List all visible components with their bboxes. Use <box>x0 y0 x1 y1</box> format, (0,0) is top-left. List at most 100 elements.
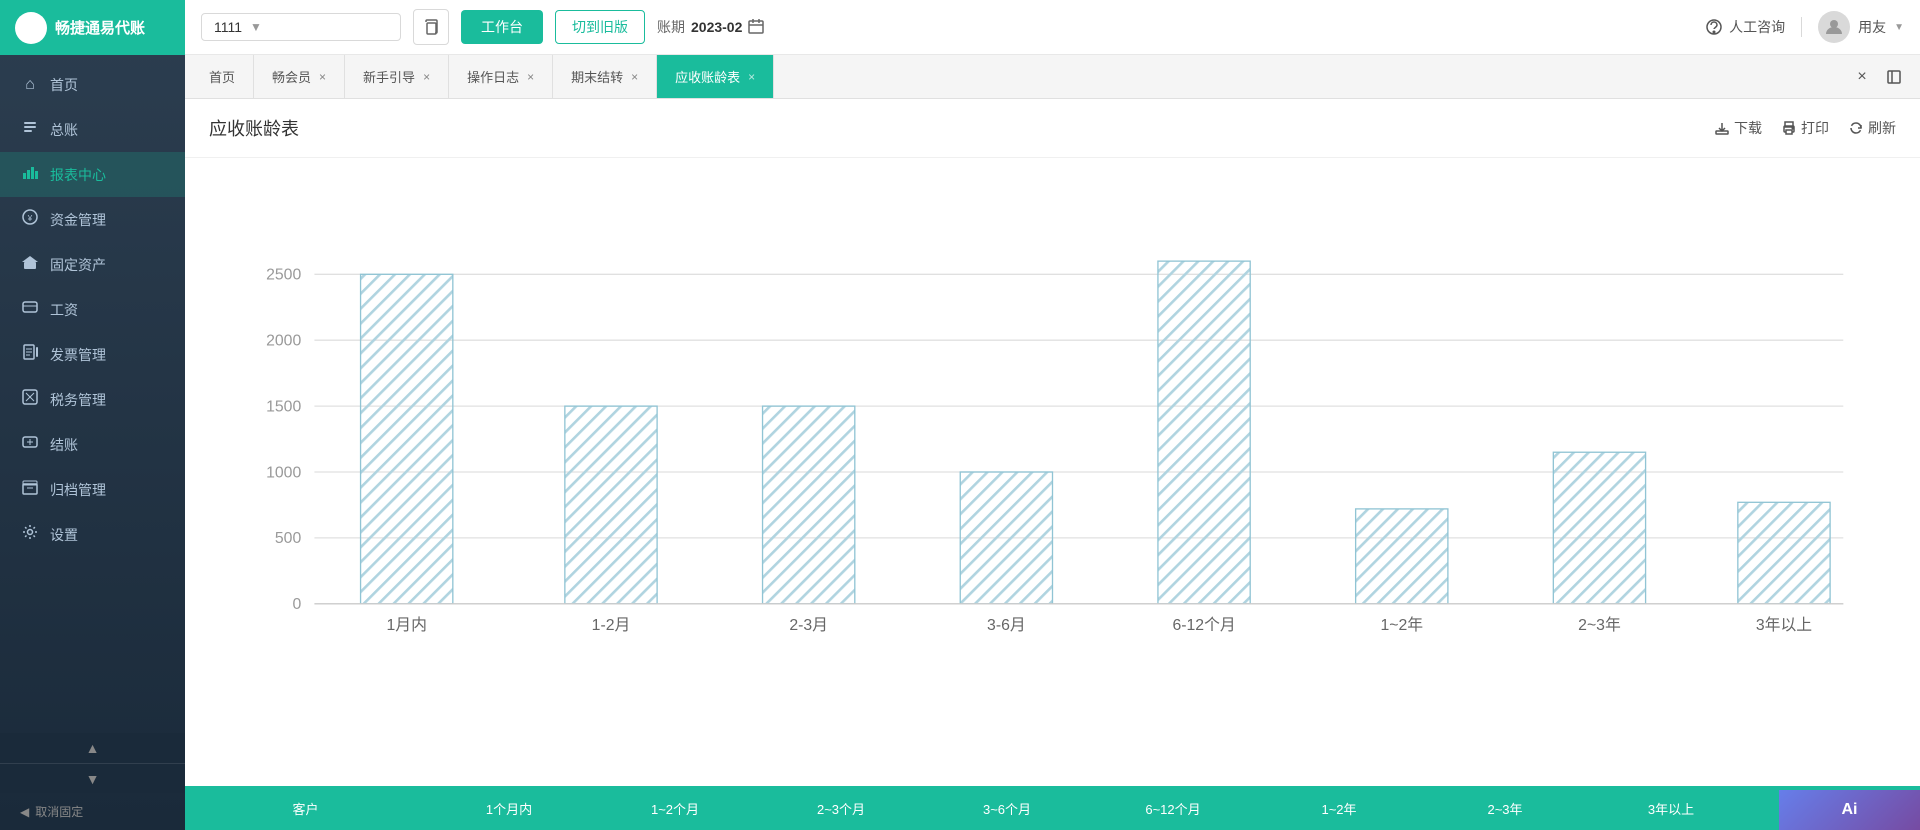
logo-icon <box>15 12 47 44</box>
sidebar-item-ledger[interactable]: 总账 <box>0 107 185 152</box>
tab-aging[interactable]: 应收账龄表 × <box>657 55 774 98</box>
svg-text:500: 500 <box>275 530 302 547</box>
svg-text:2500: 2500 <box>266 267 301 284</box>
main-area: 1111 ▼ 工作台 切到旧版 账期 2023-02 <box>185 0 1920 830</box>
sidebar-item-checkout[interactable]: 结账 <box>0 422 185 467</box>
tab-period-end-close[interactable]: × <box>631 70 638 84</box>
reports-icon <box>20 164 40 185</box>
th-1month: 1个月内 <box>426 799 592 818</box>
th-1-2month: 1~2个月 <box>592 799 758 818</box>
th-1-2year: 1~2年 <box>1256 799 1422 818</box>
checkout-icon <box>20 434 40 455</box>
page-title: 应收账龄表 <box>209 115 299 141</box>
sidebar-item-funds[interactable]: ¥ 资金管理 <box>0 197 185 242</box>
tab-log[interactable]: 操作日志 × <box>449 55 553 98</box>
sidebar-item-reports[interactable]: 报表中心 <box>0 152 185 197</box>
logo-text: 畅捷通易代账 <box>55 17 145 38</box>
svg-text:6-12个月: 6-12个月 <box>1172 616 1235 634</box>
ai-badge[interactable]: Ai <box>1779 790 1920 830</box>
funds-icon: ¥ <box>20 209 40 230</box>
sidebar-item-settings[interactable]: 设置 <box>0 512 185 557</box>
tab-member-close[interactable]: × <box>319 70 326 84</box>
th-3-6month: 3~6个月 <box>924 799 1090 818</box>
sidebar-item-label: 资金管理 <box>50 210 106 230</box>
sidebar-item-home[interactable]: ⌂ 首页 <box>0 63 185 107</box>
copy-button[interactable] <box>413 9 449 45</box>
download-btn[interactable]: 下载 <box>1715 118 1762 138</box>
sidebar-item-label: 发票管理 <box>50 345 106 365</box>
assets-icon <box>20 254 40 275</box>
th-6-12month: 6~12个月 <box>1090 799 1256 818</box>
header-divider <box>1801 17 1802 37</box>
switch-button[interactable]: 切到旧版 <box>555 10 645 44</box>
tab-guide-close[interactable]: × <box>423 70 430 84</box>
tab-period-end-label: 期末结转 <box>571 67 623 86</box>
calendar-icon[interactable] <box>748 18 764 37</box>
th-3plus-year: 3年以上 <box>1588 799 1754 818</box>
sidebar-item-label: 工资 <box>50 300 78 320</box>
scroll-up-btn[interactable]: ▲ <box>0 733 185 763</box>
page-header: 应收账龄表 下载 打印 <box>185 99 1920 158</box>
tab-guide[interactable]: 新手引导 × <box>345 55 449 98</box>
sidebar-item-label: 报表中心 <box>50 165 106 185</box>
sidebar-item-tax[interactable]: 税务管理 <box>0 377 185 422</box>
sidebar-item-label: 首页 <box>50 75 78 95</box>
header-right: 人工咨询 用友 ▼ <box>1705 11 1904 43</box>
period-section: 账期 2023-02 <box>657 17 764 37</box>
period-value: 2023-02 <box>691 19 742 35</box>
table-header: 客户 1个月内 1~2个月 2~3个月 3~6个月 6~12个月 1~2年 2~… <box>185 786 1920 830</box>
consultant-btn[interactable]: 人工咨询 <box>1705 17 1785 37</box>
svg-text:1500: 1500 <box>266 398 301 415</box>
user-dropdown-icon: ▼ <box>1894 22 1904 33</box>
cancel-fixed-btn[interactable]: ◀ 取消固定 <box>0 793 185 830</box>
company-selector[interactable]: 1111 ▼ <box>201 13 401 41</box>
tab-log-label: 操作日志 <box>467 67 519 86</box>
refresh-btn[interactable]: 刷新 <box>1849 118 1896 138</box>
user-section[interactable]: 用友 ▼ <box>1818 11 1904 43</box>
sidebar-item-invoice[interactable]: 发票管理 <box>0 332 185 377</box>
sidebar-item-label: 税务管理 <box>50 390 106 410</box>
content-area: 应收账龄表 下载 打印 <box>185 99 1920 830</box>
page-actions: 下载 打印 刷新 <box>1715 118 1896 138</box>
sidebar-item-label: 总账 <box>50 120 78 140</box>
sidebar: 畅捷通易代账 ⌂ 首页 总账 <box>0 0 185 830</box>
sidebar-item-salary[interactable]: 工资 <box>0 287 185 332</box>
tab-member-label: 畅会员 <box>272 67 311 86</box>
tab-period-end[interactable]: 期末结转 × <box>553 55 657 98</box>
avatar <box>1818 11 1850 43</box>
svg-text:1-2月: 1-2月 <box>592 617 631 634</box>
svg-text:2~3年: 2~3年 <box>1578 616 1621 634</box>
svg-text:3-6月: 3-6月 <box>987 617 1026 634</box>
svg-text:1000: 1000 <box>266 464 301 481</box>
consultant-label: 人工咨询 <box>1729 17 1785 37</box>
salary-icon <box>20 299 40 320</box>
maximize-tab-btn[interactable] <box>1880 63 1908 91</box>
tax-icon <box>20 389 40 410</box>
tab-log-close[interactable]: × <box>527 70 534 84</box>
sidebar-item-label: 归档管理 <box>50 480 106 500</box>
company-dropdown-arrow: ▼ <box>250 20 262 34</box>
tab-guide-label: 新手引导 <box>363 67 415 86</box>
tab-aging-close[interactable]: × <box>748 70 755 84</box>
sidebar-item-label: 固定资产 <box>50 255 106 275</box>
sidebar-item-label: 结账 <box>50 435 78 455</box>
chart-area: 0 500 1000 1500 2000 2500 1月内 1-2月 <box>185 158 1920 786</box>
scroll-down-btn[interactable]: ▼ <box>0 763 185 793</box>
svg-text:1~2年: 1~2年 <box>1380 616 1423 634</box>
th-2-3month: 2~3个月 <box>758 799 924 818</box>
archive-icon <box>20 479 40 500</box>
svg-text:¥: ¥ <box>27 214 33 223</box>
user-label: 用友 <box>1858 17 1886 37</box>
tab-member[interactable]: 畅会员 × <box>254 55 345 98</box>
workbench-button[interactable]: 工作台 <box>461 10 543 44</box>
tab-home[interactable]: 首页 <box>185 55 254 98</box>
print-btn[interactable]: 打印 <box>1782 118 1829 138</box>
close-tab-btn[interactable]: × <box>1848 63 1876 91</box>
th-customer: 客户 <box>185 799 426 818</box>
company-name: 1111 <box>214 19 242 35</box>
settings-icon <box>20 524 40 545</box>
ai-badge-label: Ai <box>1842 801 1858 819</box>
sidebar-item-archive[interactable]: 归档管理 <box>0 467 185 512</box>
print-label: 打印 <box>1801 118 1829 138</box>
sidebar-item-assets[interactable]: 固定资产 <box>0 242 185 287</box>
